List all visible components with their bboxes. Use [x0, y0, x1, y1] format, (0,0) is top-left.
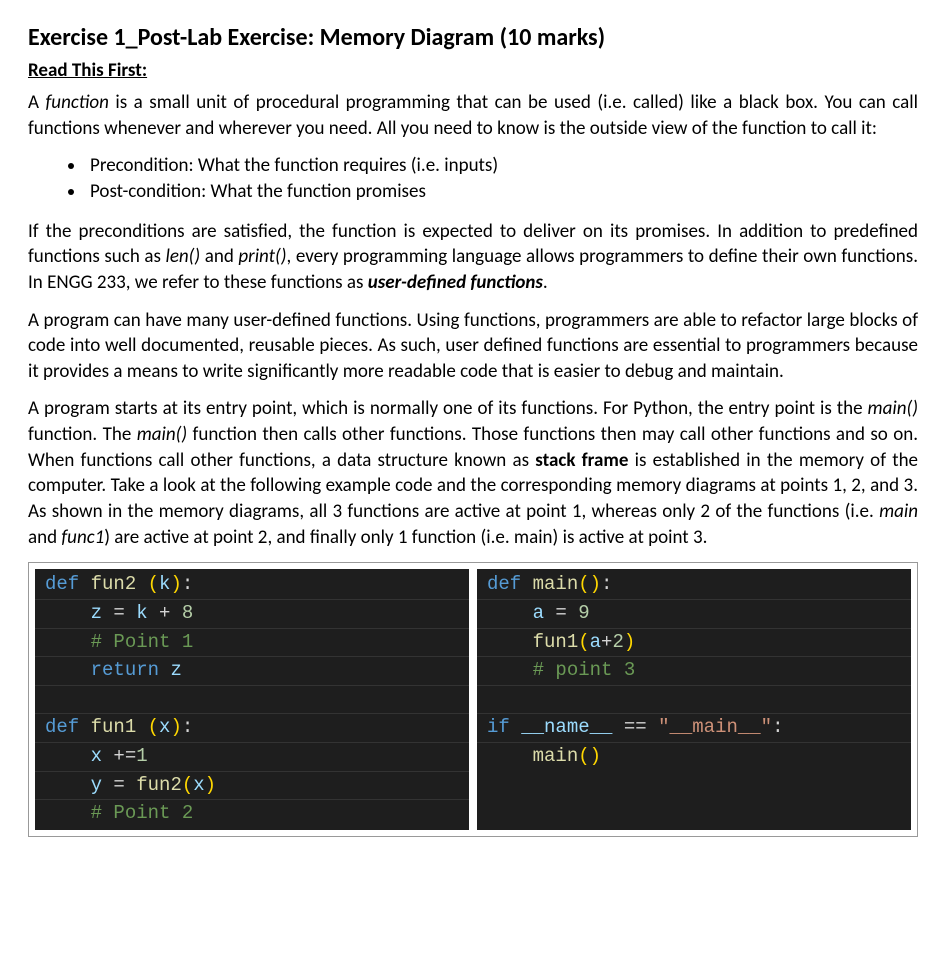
- code-line: main(): [477, 742, 911, 771]
- code-line: return z: [35, 656, 469, 685]
- code-line: y = fun2(x): [35, 771, 469, 800]
- code-line: def fun1 (x):: [35, 713, 469, 742]
- paragraph-entry-point: A program starts at its entry point, whi…: [28, 396, 918, 550]
- code-line: fun1(a+2): [477, 628, 911, 657]
- code-line: [477, 685, 911, 714]
- conditions-list: Precondition: What the function requires…: [28, 153, 918, 204]
- paragraph-user-defined: A program can have many user-defined fun…: [28, 308, 918, 385]
- code-block-left: def fun2 (k): z = k + 8 # Point 1 return…: [35, 569, 469, 830]
- code-line: def main():: [477, 571, 911, 599]
- code-line: z = k + 8: [35, 599, 469, 628]
- section-subtitle: Read This First:: [28, 58, 918, 84]
- code-line: [35, 685, 469, 714]
- code-grid: def fun2 (k): z = k + 8 # Point 1 return…: [28, 562, 918, 837]
- code-line: x +=1: [35, 742, 469, 771]
- page-title: Exercise 1_Post-Lab Exercise: Memory Dia…: [28, 22, 918, 54]
- code-line: # point 3: [477, 656, 911, 685]
- code-line: a = 9: [477, 599, 911, 628]
- code-line: def fun2 (k):: [35, 571, 469, 599]
- code-line: # Point 1: [35, 628, 469, 657]
- code-block-right: def main(): a = 9 fun1(a+2) # point 3 if…: [477, 569, 911, 830]
- paragraph-preconditions: If the preconditions are satisfied, the …: [28, 219, 918, 296]
- list-item: Precondition: What the function requires…: [86, 153, 918, 179]
- code-line: if __name__ == "__main__":: [477, 713, 911, 742]
- list-item: Post-condition: What the function promis…: [86, 179, 918, 205]
- code-line: # Point 2: [35, 799, 469, 828]
- paragraph-intro: A function is a small unit of procedural…: [28, 90, 918, 141]
